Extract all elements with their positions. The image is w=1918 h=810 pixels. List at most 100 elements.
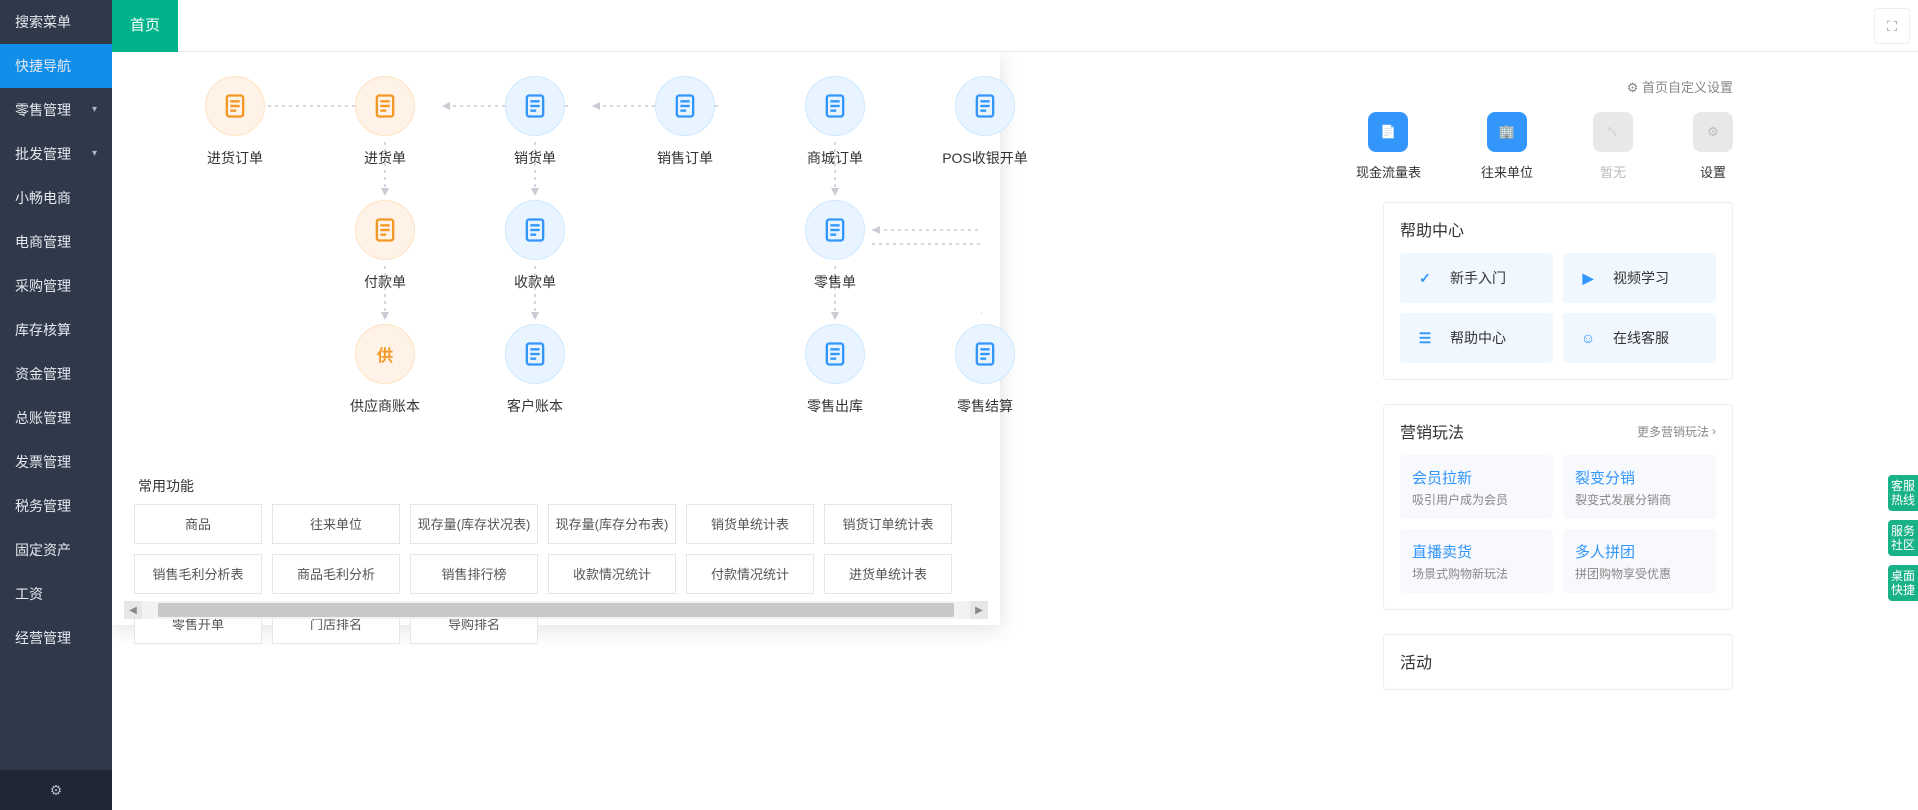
flow-node-label: 进货订单	[160, 148, 310, 168]
quick-action-label: 现金流量表	[1356, 162, 1421, 181]
help-button-0[interactable]: ✓新手入门	[1400, 253, 1553, 303]
flow-node-c6r1[interactable]: POS收银开单	[910, 76, 1060, 168]
common-chip-10[interactable]: 付款情况统计	[686, 554, 814, 594]
marketing-item-title: 多人拼团	[1575, 541, 1704, 562]
topbar: 首页 ⛶	[112, 0, 1918, 52]
sidebar-item-1[interactable]: 零售管理▾	[0, 88, 112, 132]
settings-icon: ⚙	[1693, 112, 1733, 152]
flow-node-c3r2[interactable]: 收款单	[460, 200, 610, 292]
help-button-2[interactable]: ☰帮助中心	[1400, 313, 1553, 363]
help-button-3[interactable]: ☺在线客服	[1563, 313, 1716, 363]
sidebar-item-label: 电商管理	[15, 220, 71, 264]
scroll-thumb[interactable]	[158, 603, 954, 617]
marketing-title: 营销玩法	[1400, 419, 1464, 443]
flow-node-label: 商城订单	[760, 148, 910, 168]
scroll-track[interactable]	[142, 601, 970, 619]
flow-node-c5r3[interactable]: 零售出库	[760, 324, 910, 416]
help-button-1[interactable]: ▶视频学习	[1563, 253, 1716, 303]
common-chip-2[interactable]: 现存量(库存状况表)	[410, 504, 538, 544]
common-chip-8[interactable]: 销售排行榜	[410, 554, 538, 594]
common-chip-7[interactable]: 商品毛利分析	[272, 554, 400, 594]
fullscreen-button[interactable]: ⛶	[1874, 8, 1910, 44]
sidebar: 搜索菜单 快捷导航零售管理▾批发管理▾小畅电商电商管理采购管理库存核算资金管理总…	[0, 0, 112, 810]
sidebar-item-10[interactable]: 税务管理	[0, 484, 112, 528]
sidebar-item-9[interactable]: 发票管理	[0, 440, 112, 484]
sidebar-settings-footer[interactable]: ⚙	[0, 770, 112, 810]
main-area: ⚙ 首页自定义设置 📄 现金流量表 🏢往来单位 ␀暂无 ⚙设置	[112, 52, 1918, 810]
marketing-item-1[interactable]: 裂变分销裂变式发展分销商	[1563, 455, 1716, 519]
marketing-card: 营销玩法 更多营销玩法 › 会员拉新吸引用户成为会员裂变分销裂变式发展分销商直播…	[1383, 404, 1733, 610]
common-chip-11[interactable]: 进货单统计表	[824, 554, 952, 594]
flow-node-c4r1[interactable]: 销售订单	[610, 76, 760, 168]
scroll-right-icon[interactable]: ▶	[970, 601, 988, 619]
marketing-item-2[interactable]: 直播卖货场景式购物新玩法	[1400, 529, 1553, 593]
float-tag-2[interactable]: 桌面快捷	[1888, 565, 1918, 601]
sidebar-item-13[interactable]: 经营管理	[0, 616, 112, 660]
flow-node-c5r1[interactable]: 商城订单	[760, 76, 910, 168]
sidebar-item-0[interactable]: 快捷导航	[0, 44, 112, 88]
common-chip-5[interactable]: 销货订单统计表	[824, 504, 952, 544]
sidebar-item-6[interactable]: 库存核算	[0, 308, 112, 352]
quick-action-settings[interactable]: ⚙设置	[1693, 112, 1733, 181]
flow-node-label: 零售结算	[910, 396, 1060, 416]
flow-node-label: 收款单	[460, 272, 610, 292]
common-chip-0[interactable]: 商品	[134, 504, 262, 544]
quick-action-units[interactable]: 🏢往来单位	[1481, 112, 1533, 181]
sidebar-item-label: 工资	[15, 572, 43, 616]
sidebar-item-label: 固定资产	[15, 528, 71, 572]
flow-node-c3r3[interactable]: 客户账本	[460, 324, 610, 416]
sidebar-search-menu[interactable]: 搜索菜单	[0, 0, 112, 44]
marketing-item-3[interactable]: 多人拼团拼团购物享受优惠	[1563, 529, 1716, 593]
sidebar-item-5[interactable]: 采购管理	[0, 264, 112, 308]
flow-node-icon	[505, 200, 565, 260]
tab-home-label: 首页	[130, 17, 160, 34]
sidebar-item-7[interactable]: 资金管理	[0, 352, 112, 396]
flow-node-c1r1[interactable]: 进货订单	[160, 76, 310, 168]
float-tag-1[interactable]: 服务社区	[1888, 520, 1918, 556]
fullscreen-icon: ⛶	[1887, 18, 1897, 35]
sidebar-item-4[interactable]: 电商管理	[0, 220, 112, 264]
flow-node-icon	[805, 324, 865, 384]
sidebar-item-3[interactable]: 小畅电商	[0, 176, 112, 220]
customize-home-label: 首页自定义设置	[1642, 80, 1733, 95]
quick-action-none[interactable]: ␀暂无	[1593, 112, 1633, 181]
sidebar-item-8[interactable]: 总账管理	[0, 396, 112, 440]
sidebar-item-label: 批发管理	[15, 132, 71, 176]
flow-node-icon	[805, 200, 865, 260]
activity-card: 活动	[1383, 634, 1733, 690]
flow-node-label: 销货单	[460, 148, 610, 168]
marketing-item-desc: 吸引用户成为会员	[1412, 491, 1541, 508]
customize-home-link[interactable]: ⚙ 首页自定义设置	[1627, 77, 1733, 96]
sidebar-item-12[interactable]: 工资	[0, 572, 112, 616]
scroll-left-icon[interactable]: ◀	[124, 601, 142, 619]
common-chip-6[interactable]: 销售毛利分析表	[134, 554, 262, 594]
tab-home[interactable]: 首页	[112, 0, 178, 52]
flow-node-c2r3[interactable]: 供供应商账本	[310, 324, 460, 416]
float-tag-0[interactable]: 客服热线	[1888, 475, 1918, 511]
quick-action-cashflow[interactable]: 📄 现金流量表	[1356, 112, 1421, 181]
marketing-item-title: 直播卖货	[1412, 541, 1541, 562]
marketing-more-link[interactable]: 更多营销玩法 ›	[1637, 423, 1716, 440]
flow-node-c2r2[interactable]: 付款单	[310, 200, 460, 292]
flow-node-label: POS收银开单	[910, 148, 1060, 168]
flow-node-c3r1[interactable]: 销货单	[460, 76, 610, 168]
flow-node-label: 零售出库	[760, 396, 910, 416]
marketing-more-label: 更多营销玩法	[1637, 423, 1709, 440]
marketing-item-0[interactable]: 会员拉新吸引用户成为会员	[1400, 455, 1553, 519]
sidebar-item-11[interactable]: 固定资产	[0, 528, 112, 572]
flow-node-c6r3[interactable]: 零售结算	[910, 324, 1060, 416]
sidebar-item-label: 小畅电商	[15, 176, 71, 220]
cashflow-icon: 📄	[1368, 112, 1408, 152]
flow-node-c5r2[interactable]: 零售单	[760, 200, 910, 292]
marketing-item-title: 裂变分销	[1575, 467, 1704, 488]
flow-node-label: 零售单	[760, 272, 910, 292]
sidebar-item-2[interactable]: 批发管理▾	[0, 132, 112, 176]
common-chip-1[interactable]: 往来单位	[272, 504, 400, 544]
common-chip-3[interactable]: 现存量(库存分布表)	[548, 504, 676, 544]
flow-node-icon	[505, 324, 565, 384]
common-chip-9[interactable]: 收款情况统计	[548, 554, 676, 594]
sidebar-item-label: 经营管理	[15, 616, 71, 660]
common-chip-4[interactable]: 销货单统计表	[686, 504, 814, 544]
flow-node-c2r1[interactable]: 进货单	[310, 76, 460, 168]
flyout-horizontal-scrollbar[interactable]: ◀ ▶	[124, 601, 988, 619]
